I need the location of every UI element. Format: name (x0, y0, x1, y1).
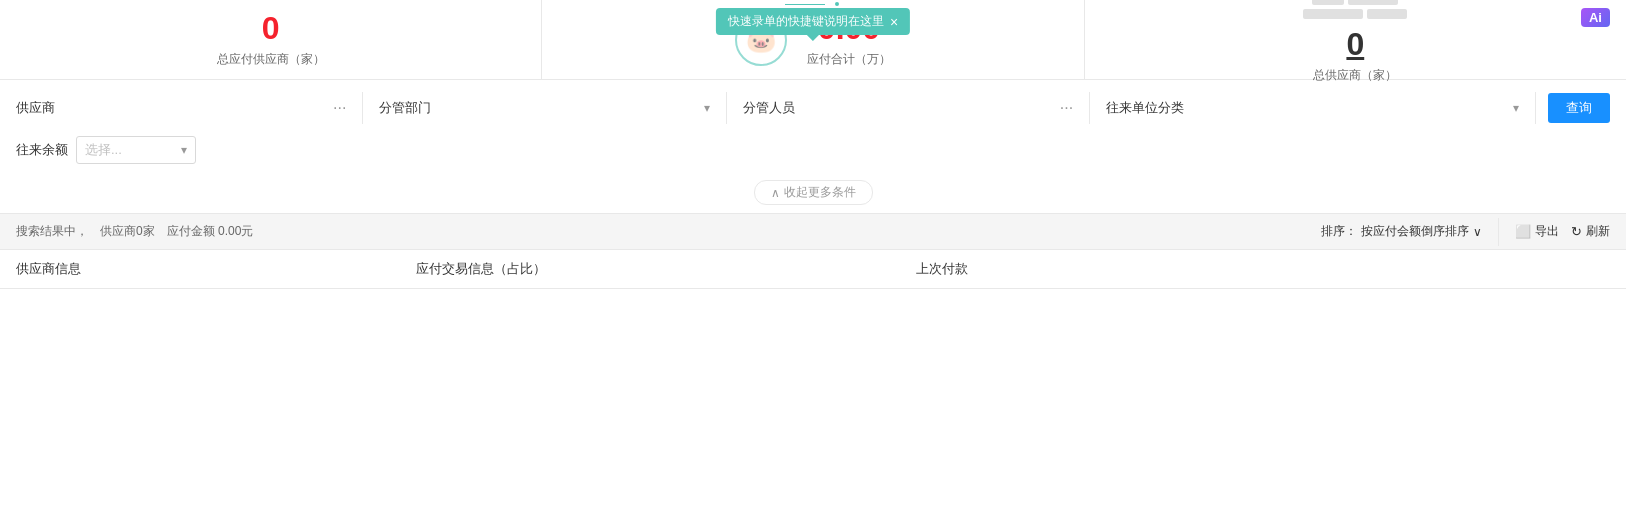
export-button[interactable]: ⬜ 导出 (1515, 223, 1559, 240)
tooltip-dot (833, 0, 841, 8)
department-input[interactable] (439, 101, 699, 116)
balance-select[interactable]: 选择... ▾ (76, 136, 196, 164)
payable-suppliers-count: 0 (262, 11, 280, 46)
tooltip-text: 快速录单的快捷键说明在这里 (728, 13, 884, 30)
ghost-bar-1 (1312, 0, 1344, 5)
query-button[interactable]: 查询 (1548, 93, 1610, 123)
sort-button[interactable]: 排序： 按应付会额倒序排序 ∨ (1321, 223, 1482, 240)
manager-dots-button[interactable]: ··· (1060, 99, 1073, 117)
stat-payable-suppliers: 0 总应付供应商（家） (0, 0, 542, 79)
filter-department: 分管部门 ▾ (363, 92, 726, 124)
payable-amount-label: 应付合计（万） (807, 51, 891, 68)
results-bar: 搜索结果中， 供应商0家 应付金额 0.00元 排序： 按应付会额倒序排序 ∨ … (0, 214, 1626, 250)
collapse-icon: ∧ (771, 186, 780, 200)
tooltip-bubble: 快速录单的快捷键说明在这里 × (716, 8, 910, 35)
department-chevron-icon[interactable]: ▾ (704, 101, 710, 115)
sort-chevron-icon: ∨ (1473, 225, 1482, 239)
ai-badge: Ai (1581, 8, 1610, 27)
filter-supplier: 供应商 ··· (16, 92, 363, 124)
category-label: 往来单位分类 (1106, 99, 1184, 117)
col-header-transaction: 应付交易信息（占比） (416, 260, 916, 278)
tooltip-line (785, 4, 825, 5)
filter-manager: 分管人员 ··· (727, 92, 1090, 124)
manager-input[interactable] (803, 101, 1056, 116)
refresh-button[interactable]: ↻ 刷新 (1571, 223, 1610, 240)
supplier-label: 供应商 (16, 99, 55, 117)
export-icon: ⬜ (1515, 224, 1531, 239)
refresh-icon: ↻ (1571, 224, 1582, 239)
amount-text: 应付金额 0.00元 (167, 223, 254, 240)
search-result-prefix: 搜索结果中， (16, 223, 88, 240)
export-label: 导出 (1535, 223, 1559, 240)
manager-label: 分管人员 (743, 99, 795, 117)
filter-row-2: 往来余额 选择... ▾ (16, 134, 1610, 166)
ghost-bar-2 (1348, 0, 1398, 5)
sort-label: 排序： (1321, 223, 1357, 240)
ghost-bars-2 (1303, 9, 1407, 19)
balance-label: 往来余额 (16, 141, 68, 159)
collapse-button[interactable]: ∧ 收起更多条件 (754, 180, 873, 205)
filter-row-1: 供应商 ··· 分管部门 ▾ 分管人员 ··· 往来单位分类 ▾ 查询 (16, 92, 1610, 124)
filter-area: 供应商 ··· 分管部门 ▾ 分管人员 ··· 往来单位分类 ▾ 查询 往来余额 (0, 80, 1626, 214)
ghost-bars (1312, 0, 1398, 5)
supplier-input[interactable] (63, 101, 329, 116)
stats-bar: 0 总应付供应商（家） 🐷 0.00 应付合计（万） 快速录单的快捷键说明在这里… (0, 0, 1626, 80)
category-input[interactable] (1192, 101, 1509, 116)
actions-divider (1498, 218, 1499, 246)
col-header-supplier: 供应商信息 (16, 260, 416, 278)
stat-total-suppliers: 0 总供应商（家） Ai (1085, 0, 1626, 79)
collapse-row: ∧ 收起更多条件 (16, 176, 1610, 213)
supplier-dots-button[interactable]: ··· (333, 99, 346, 117)
filter-category: 往来单位分类 ▾ (1090, 92, 1536, 124)
results-info: 搜索结果中， 供应商0家 应付金额 0.00元 (16, 223, 253, 240)
ghost-bar-4 (1367, 9, 1407, 19)
refresh-label: 刷新 (1586, 223, 1610, 240)
balance-placeholder: 选择... (85, 141, 177, 159)
department-label: 分管部门 (379, 99, 431, 117)
filter-balance: 往来余额 选择... ▾ (16, 134, 196, 166)
table-body (0, 289, 1626, 515)
supplier-count: 供应商0家 (100, 223, 155, 240)
collapse-text: 收起更多条件 (784, 184, 856, 201)
total-suppliers-count: 0 (1346, 27, 1364, 62)
balance-chevron-icon: ▾ (181, 143, 187, 157)
ghost-bar-3 (1303, 9, 1363, 19)
category-chevron-icon[interactable]: ▾ (1513, 101, 1519, 115)
col-header-lastpay: 上次付款 (916, 260, 1610, 278)
results-actions: 排序： 按应付会额倒序排序 ∨ ⬜ 导出 ↻ 刷新 (1321, 218, 1610, 246)
payable-suppliers-label: 总应付供应商（家） (217, 51, 325, 68)
total-suppliers-label: 总供应商（家） (1313, 67, 1397, 84)
tooltip-area: 快速录单的快捷键说明在这里 × (785, 0, 841, 8)
sort-option: 按应付会额倒序排序 (1361, 223, 1469, 240)
tooltip-close-button[interactable]: × (890, 15, 898, 29)
table-header: 供应商信息 应付交易信息（占比） 上次付款 (0, 250, 1626, 289)
